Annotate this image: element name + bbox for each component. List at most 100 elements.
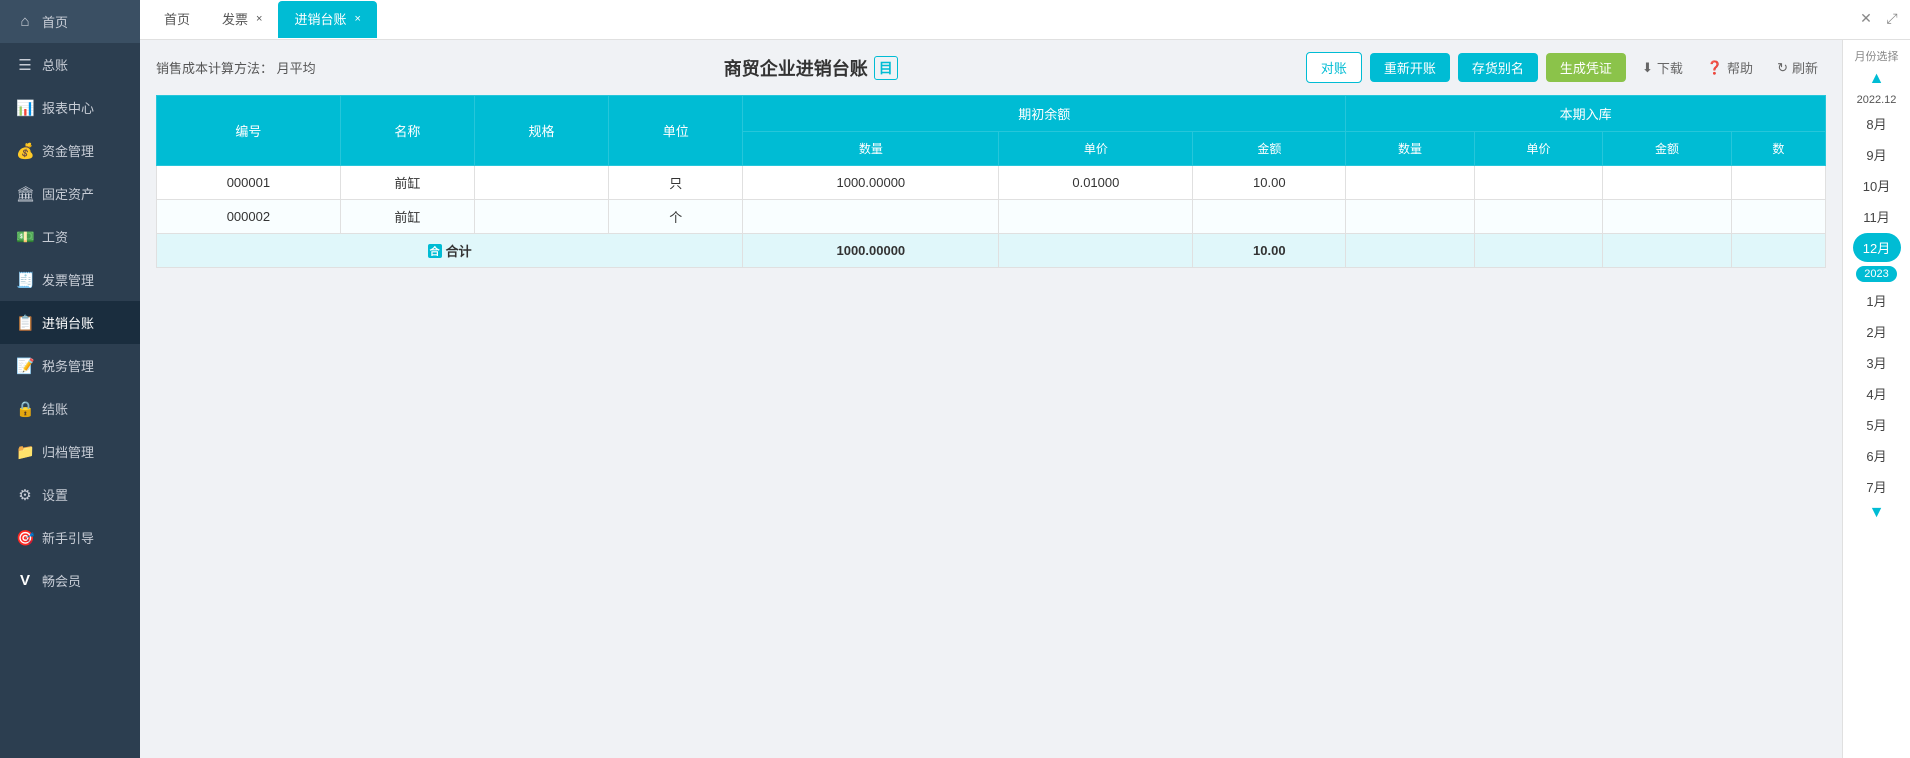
refresh-button[interactable]: ↻ 刷新 [1769,54,1826,81]
download-icon: ⬇ [1642,60,1653,76]
close-button[interactable]: ✕ [1856,8,1876,28]
cell-id: 000002 [157,200,341,234]
cell-inbound-extra [1731,166,1825,200]
title-row: 销售成本计算方法： 月平均 商贸企业进销台账 目 对账 重新开账 存货别名 生成… [156,52,1826,83]
col-header-spec: 规格 [474,96,608,166]
sidebar-item-label: 设置 [42,485,68,504]
cell-inbound-amount [1603,166,1731,200]
month-item-2023-6[interactable]: 6月 [1843,441,1910,470]
year-2022-label: 2022.12 [1857,94,1897,106]
reconcile-button[interactable]: 对账 [1306,52,1362,83]
sidebar-item-assets[interactable]: 🏛 固定资产 [0,172,140,215]
month-item-8[interactable]: 8月 [1843,109,1910,138]
generate-voucher-button[interactable]: 生成凭证 [1546,53,1626,82]
month-picker-title: 月份选择 [1855,48,1899,64]
help-icon: ❓ [1707,60,1723,76]
sidebar-item-ledger[interactable]: ☰ 总账 [0,43,140,86]
col-header-inbound-amount: 金额 [1603,132,1731,166]
col-header-id: 编号 [157,96,341,166]
cell-opening-price [999,200,1193,234]
col-header-opening-amount: 金额 [1193,132,1346,166]
sidebar-item-closing[interactable]: 🔒 结账 [0,387,140,430]
vip-icon: V [16,572,34,589]
cell-unit: 个 [609,200,743,234]
tab-home[interactable]: 首页 [148,1,206,38]
sidebar-item-label: 新手引导 [42,528,94,547]
reports-icon: 📊 [16,99,34,117]
sidebar-item-archive[interactable]: 📁 归档管理 [0,430,140,473]
total-inbound-amount [1603,234,1731,268]
page-title-icon[interactable]: 目 [874,56,898,80]
year-2023-badge: 2023 [1856,266,1896,282]
sidebar-item-guide[interactable]: 🎯 新手引导 [0,516,140,559]
col-header-opening: 期初余额 [743,96,1346,132]
scroll-up-button[interactable]: ▲ [1867,68,1887,90]
month-item-11[interactable]: 11月 [1843,202,1910,231]
cell-inbound-price [1474,166,1602,200]
refresh-label: 刷新 [1792,58,1818,77]
sidebar-item-settings[interactable]: ⚙ 设置 [0,473,140,516]
reopen-button[interactable]: 重新开账 [1370,53,1450,82]
guide-icon: 🎯 [16,529,34,547]
cell-name: 前缸 [340,166,474,200]
sidebar: ⌂ 首页 ☰ 总账 📊 报表中心 💰 资金管理 🏛 固定资产 💵 工资 🧾 发票… [0,0,140,758]
home-icon: ⌂ [16,13,34,30]
tab-invoice-close[interactable]: × [256,13,262,25]
sidebar-item-salary[interactable]: 💵 工资 [0,215,140,258]
sidebar-item-tax[interactable]: 📝 税务管理 [0,344,140,387]
cell-opening-amount: 10.00 [1193,166,1346,200]
tabs-bar: 首页 发票 × 进销台账 × [140,0,1910,40]
cost-method: 销售成本计算方法： 月平均 [156,58,316,77]
sidebar-item-capital[interactable]: 💰 资金管理 [0,129,140,172]
download-button[interactable]: ⬇ 下载 [1634,54,1691,81]
main-area: ✕ ⤢ 首页 发票 × 进销台账 × 销售成本计算方法： 月平均 商贸企业进销 [140,0,1910,758]
sidebar-item-purchase-sales[interactable]: 📋 进销台账 [0,301,140,344]
maximize-button[interactable]: ⤢ [1882,8,1902,28]
col-header-inbound-extra: 数 [1731,132,1825,166]
month-item-2023-7[interactable]: 7月 [1843,472,1910,501]
tab-invoice-label: 发票 [222,9,248,28]
total-row: 合 合计 1000.00000 10.00 [157,234,1826,268]
save-alias-button[interactable]: 存货别名 [1458,53,1538,82]
sidebar-item-home[interactable]: ⌂ 首页 [0,0,140,43]
cell-spec [474,166,608,200]
sidebar-item-label: 首页 [42,12,68,31]
cell-spec [474,200,608,234]
col-header-name: 名称 [340,96,474,166]
total-opening-price [999,234,1193,268]
month-item-2023-5[interactable]: 5月 [1843,410,1910,439]
tab-invoice[interactable]: 发票 × [206,1,278,38]
sidebar-item-label: 总账 [42,55,68,74]
month-item-2023-1[interactable]: 1月 [1843,286,1910,315]
sidebar-item-vip[interactable]: V 畅会员 [0,559,140,602]
archive-icon: 📁 [16,443,34,461]
sidebar-item-invoice-mgmt[interactable]: 🧾 发票管理 [0,258,140,301]
main-table: 编号 名称 规格 单位 期初余额 本期入库 数量 单价 金额 数量 [156,95,1826,268]
month-item-2023-2[interactable]: 2月 [1843,317,1910,346]
window-controls: ✕ ⤢ [1856,8,1902,28]
month-item-12[interactable]: 12月 [1853,233,1901,262]
sidebar-item-label: 归档管理 [42,442,94,461]
tab-home-label: 首页 [164,9,190,28]
month-item-2023-3[interactable]: 3月 [1843,348,1910,377]
scroll-down-button[interactable]: ▼ [1867,502,1887,524]
sidebar-item-label: 报表中心 [42,98,94,117]
col-header-unit: 单位 [609,96,743,166]
table-wrapper: 编号 名称 规格 单位 期初余额 本期入库 数量 单价 金额 数量 [156,95,1826,268]
total-opening-qty: 1000.00000 [743,234,999,268]
col-header-opening-price: 单价 [999,132,1193,166]
tab-purchase-sales-close[interactable]: × [354,13,360,25]
cell-id: 000001 [157,166,341,200]
help-button[interactable]: ❓ 帮助 [1699,54,1761,81]
tab-purchase-sales[interactable]: 进销台账 × [278,1,376,38]
month-item-9[interactable]: 9月 [1843,140,1910,169]
closing-icon: 🔒 [16,400,34,418]
sidebar-item-label: 税务管理 [42,356,94,375]
table-row: 000002 前缸 个 [157,200,1826,234]
month-item-2023-4[interactable]: 4月 [1843,379,1910,408]
total-opening-amount: 10.00 [1193,234,1346,268]
cell-opening-qty [743,200,999,234]
help-label: 帮助 [1727,58,1753,77]
month-item-10[interactable]: 10月 [1843,171,1910,200]
sidebar-item-reports[interactable]: 📊 报表中心 [0,86,140,129]
